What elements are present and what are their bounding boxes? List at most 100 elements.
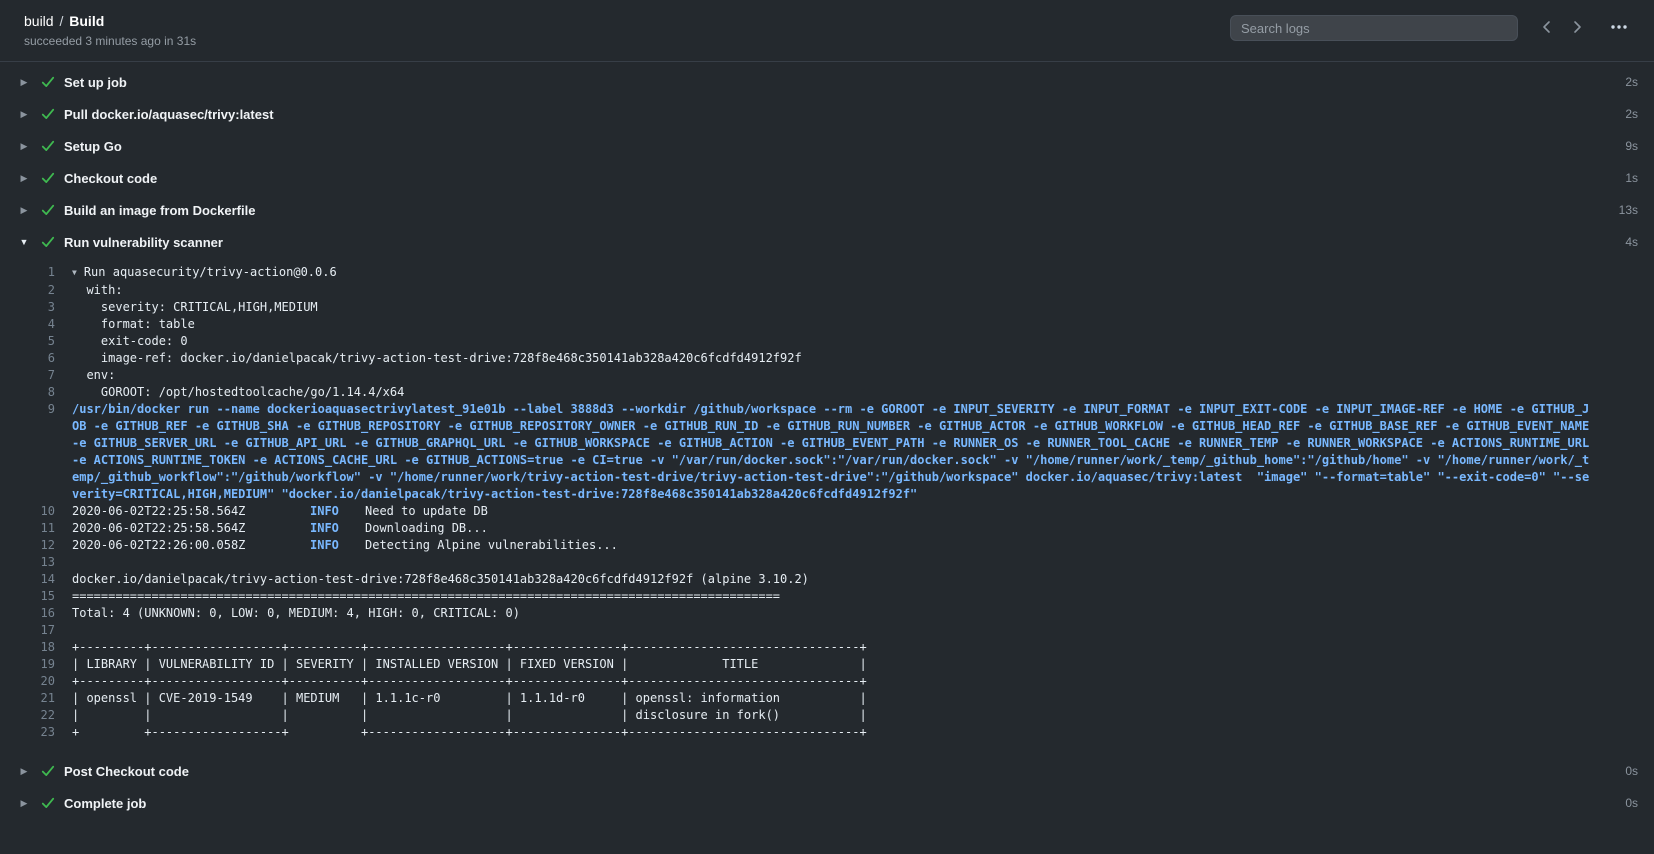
log-line: 17	[0, 622, 1594, 639]
check-icon	[40, 202, 56, 218]
log-line-number[interactable]: 4	[0, 316, 55, 333]
next-match-button[interactable]	[1562, 15, 1592, 41]
check-icon	[40, 74, 56, 90]
previous-match-button[interactable]	[1532, 15, 1562, 41]
log-line-number[interactable]: 12	[0, 537, 55, 554]
step-caret-icon[interactable]: ▶	[16, 141, 32, 151]
log-toolbar	[1230, 15, 1638, 41]
log-line: 2 with:	[0, 282, 1594, 299]
log-level: INFO	[310, 504, 339, 518]
step-row[interactable]: ▶ Checkout code 1s	[0, 162, 1654, 194]
log-line: 21 | openssl | CVE-2019-1549 | MEDIUM | …	[0, 690, 1594, 707]
log-line-content: GOROOT: /opt/hostedtoolcache/go/1.14.4/x…	[72, 385, 405, 399]
log-line-number[interactable]: 18	[0, 639, 55, 656]
log-line-number[interactable]: 8	[0, 384, 55, 401]
run-header-titles: build / Build succeeded 3 minutes ago in…	[24, 13, 196, 48]
log-line-number[interactable]: 20	[0, 673, 55, 690]
check-icon	[40, 234, 56, 250]
step-caret-icon[interactable]: ▶	[16, 798, 32, 808]
step-caret-icon[interactable]: ▶	[16, 205, 32, 215]
log-line: 22 | | | | | | disclosure in fork() |	[0, 707, 1594, 724]
log-timestamp: 2020-06-02T22:26:00.058Z	[72, 538, 246, 552]
step-section: ▶ Setup Go 9s	[0, 130, 1654, 162]
step-caret-icon[interactable]: ▼	[16, 237, 32, 247]
log-line-number[interactable]: 23	[0, 724, 55, 741]
log-line-content: 2020-06-02T22:25:58.564Z INFO Need to upda…	[72, 504, 488, 518]
log-timestamp: 2020-06-02T22:25:58.564Z	[72, 521, 246, 535]
step-name: Checkout code	[64, 170, 158, 186]
log-line-number[interactable]: 10	[0, 503, 55, 520]
log-line-content: ▼ Run aquasecurity/trivy-action@0.0.6	[72, 264, 337, 281]
log-line-number[interactable]: 7	[0, 367, 55, 384]
step-section: ▶ Post Checkout code 0s	[0, 755, 1654, 787]
step-caret-icon[interactable]: ▶	[16, 173, 32, 183]
log-line: 4 format: table	[0, 316, 1594, 333]
log-line-number[interactable]: 22	[0, 707, 55, 724]
step-name: Post Checkout code	[64, 763, 189, 779]
step-row[interactable]: ▶ Set up job 2s	[0, 66, 1654, 98]
log-line: 14 docker.io/danielpacak/trivy-action-te…	[0, 571, 1594, 588]
log-line: 13	[0, 554, 1594, 571]
step-log: 1 ▼ Run aquasecurity/trivy-action@0.0.6 2…	[0, 258, 1654, 755]
log-line: 5 exit-code: 0	[0, 333, 1594, 350]
step-duration: 2s	[1625, 75, 1638, 89]
check-icon	[40, 763, 56, 779]
log-settings-button[interactable]	[1604, 15, 1634, 41]
log-line-number[interactable]: 16	[0, 605, 55, 622]
log-line-number[interactable]: 9	[0, 401, 55, 503]
step-section: ▶ Build an image from Dockerfile 13s	[0, 194, 1654, 226]
log-line-content: +---------+------------------+----------…	[72, 640, 867, 654]
log-line: 7 env:	[0, 367, 1594, 384]
log-line-content: env:	[72, 368, 116, 382]
log-line-content: | | | | | | disclosure in fork() |	[72, 708, 867, 722]
log-level: INFO	[310, 538, 339, 552]
step-duration: 13s	[1618, 203, 1638, 217]
log-line: 6 image-ref: docker.io/danielpacak/trivy…	[0, 350, 1594, 367]
step-row[interactable]: ▶ Complete job 0s	[0, 787, 1654, 819]
step-row[interactable]: ▶ Setup Go 9s	[0, 130, 1654, 162]
search-logs-input[interactable]	[1230, 15, 1518, 41]
log-line-number[interactable]: 11	[0, 520, 55, 537]
log-line-content: image-ref: docker.io/danielpacak/trivy-a…	[72, 351, 802, 365]
run-header: build / Build succeeded 3 minutes ago in…	[0, 0, 1654, 62]
log-line-content: 2020-06-02T22:26:00.058Z INFO Detecting Al…	[72, 538, 618, 552]
log-line-content: docker.io/danielpacak/trivy-action-test-…	[72, 572, 809, 586]
log-line-number[interactable]: 13	[0, 554, 55, 571]
step-row[interactable]: ▶ Build an image from Dockerfile 13s	[0, 194, 1654, 226]
step-duration: 0s	[1625, 796, 1638, 810]
log-line: 18 +---------+------------------+-------…	[0, 639, 1594, 656]
step-caret-icon[interactable]: ▶	[16, 766, 32, 776]
log-line-number[interactable]: 6	[0, 350, 55, 367]
step-caret-icon[interactable]: ▶	[16, 109, 32, 119]
step-caret-icon[interactable]: ▶	[16, 77, 32, 87]
log-line: 20 +---------+------------------+-------…	[0, 673, 1594, 690]
group-caret-icon[interactable]: ▼	[72, 264, 77, 281]
log-line-number[interactable]: 3	[0, 299, 55, 316]
step-row[interactable]: ▼ Run vulnerability scanner 4s	[0, 226, 1654, 258]
log-line-number[interactable]: 5	[0, 333, 55, 350]
log-line-number[interactable]: 17	[0, 622, 55, 639]
check-icon	[40, 106, 56, 122]
log-line: 3 severity: CRITICAL,HIGH,MEDIUM	[0, 299, 1594, 316]
log-line-number[interactable]: 19	[0, 656, 55, 673]
log-line-number[interactable]: 14	[0, 571, 55, 588]
log-line-number[interactable]: 15	[0, 588, 55, 605]
step-duration: 2s	[1625, 107, 1638, 121]
log-line: 1 ▼ Run aquasecurity/trivy-action@0.0.6	[0, 264, 1594, 282]
log-line-content: Total: 4 (UNKNOWN: 0, LOW: 0, MEDIUM: 4,…	[72, 606, 520, 620]
chevron-left-icon	[1539, 19, 1555, 38]
log-line-number[interactable]: 2	[0, 282, 55, 299]
log-timestamp: 2020-06-02T22:25:58.564Z	[72, 504, 246, 518]
log-line-number[interactable]: 1	[0, 264, 55, 282]
step-row[interactable]: ▶ Post Checkout code 0s	[0, 755, 1654, 787]
page-title: build / Build	[24, 13, 196, 29]
step-row[interactable]: ▶ Pull docker.io/aquasec/trivy:latest 2s	[0, 98, 1654, 130]
step-duration: 0s	[1625, 764, 1638, 778]
step-duration: 9s	[1625, 139, 1638, 153]
log-line-content: + +------------------+ +----------------…	[72, 725, 867, 739]
log-line-number[interactable]: 21	[0, 690, 55, 707]
log-level: INFO	[310, 521, 339, 535]
log-line-content: +---------+------------------+----------…	[72, 674, 867, 688]
check-icon	[40, 170, 56, 186]
check-icon	[40, 795, 56, 811]
